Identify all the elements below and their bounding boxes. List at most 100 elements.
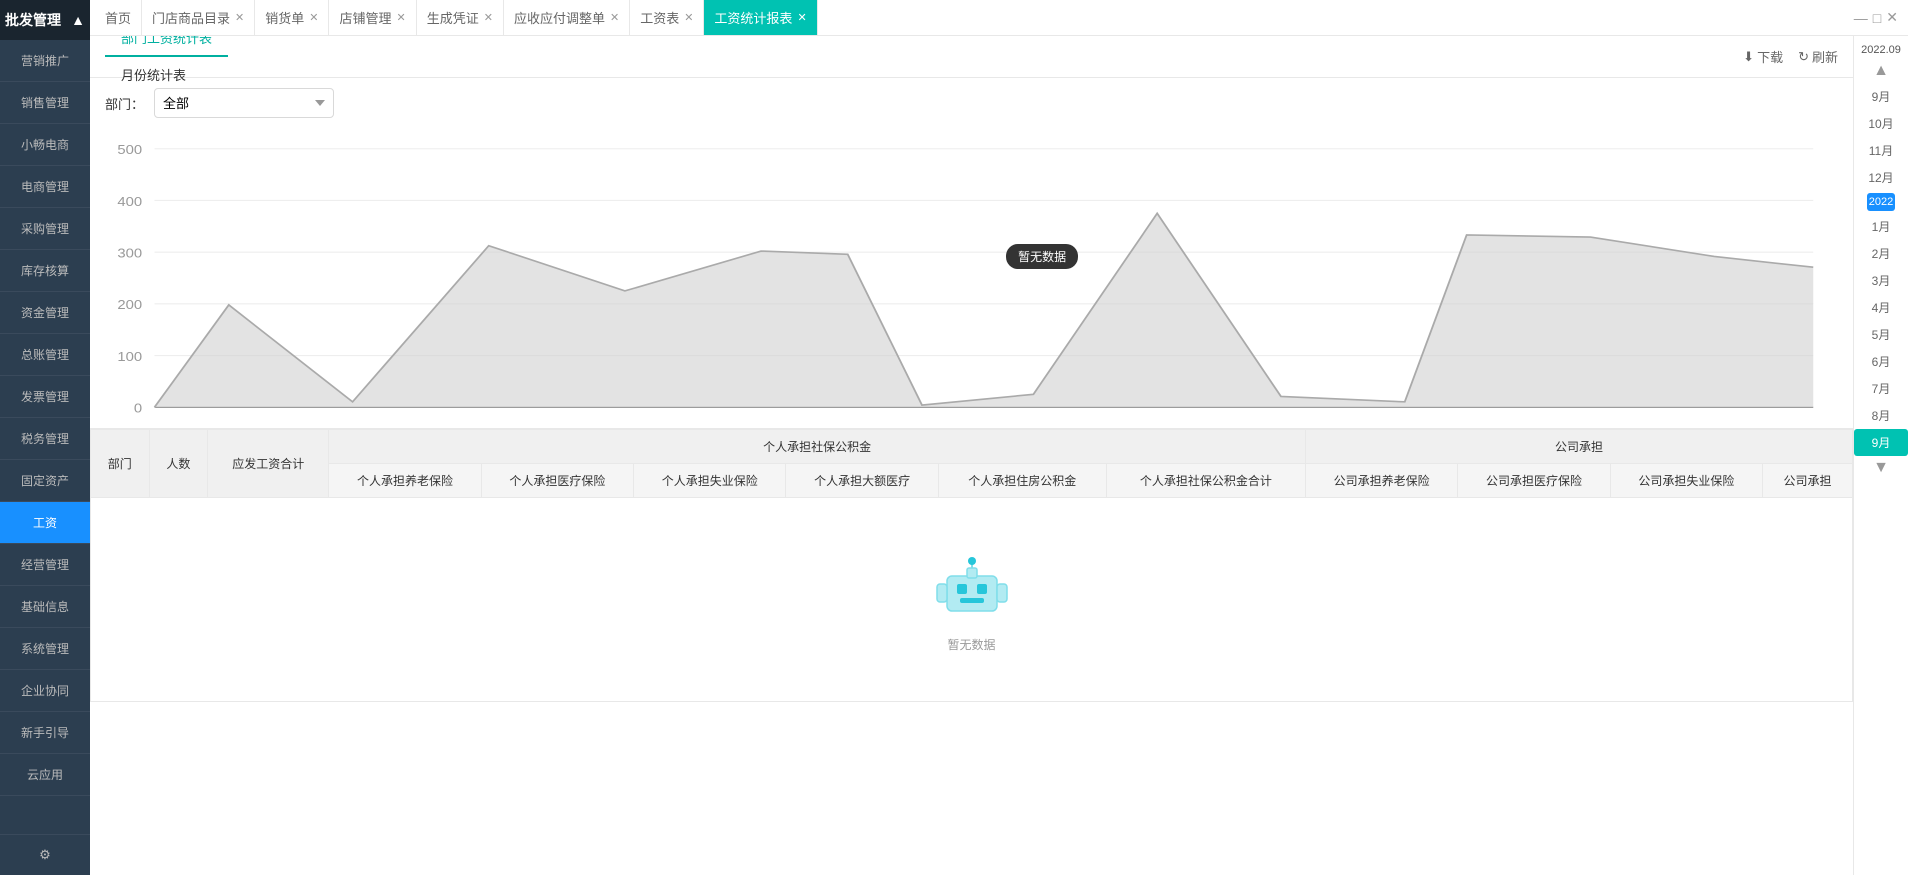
sidebar-item-jygl[interactable]: 经营管理	[0, 544, 90, 586]
col-count: 人数	[149, 430, 208, 498]
empty-icon	[932, 546, 1012, 626]
tabs-container: 首页门店商品目录✕销货单✕店铺管理✕生成凭证✕应收应付调整单✕工资表✕工资统计报…	[95, 0, 818, 36]
date-month-nov-2022[interactable]: 11月	[1854, 137, 1908, 164]
col-p-medical: 个人承担医疗保险	[481, 464, 633, 498]
date-month-sep-active[interactable]: 9月	[1854, 429, 1908, 456]
download-icon: ⬇	[1743, 49, 1754, 65]
tab-close-store-mgmt[interactable]: ✕	[397, 11, 406, 24]
page-area: 部门工资统计表月份统计表 ⬇ 下载 ↻ 刷新 部门： 全部	[90, 36, 1908, 875]
tab-payroll-report[interactable]: 工资统计报表✕	[704, 0, 817, 36]
svg-text:300: 300	[117, 245, 142, 260]
sidebar-item-gz[interactable]: 工资	[0, 502, 90, 544]
sidebar-item-kchs[interactable]: 库存核算	[0, 250, 90, 292]
tab-label-sales-order: 销货单	[265, 8, 304, 27]
svg-text:0: 0	[134, 401, 143, 416]
sidebar: 批发管理 ▲ 营销推广销售管理小畅电商电商管理采购管理库存核算资金管理总账管理发…	[0, 0, 90, 875]
download-button[interactable]: ⬇ 下载	[1743, 47, 1783, 66]
svg-text:100: 100	[117, 349, 142, 364]
tab-payroll[interactable]: 工资表 ✕	[630, 0, 704, 36]
tab-ar-adjust[interactable]: 应收应付调整单 ✕	[504, 0, 630, 36]
table-header-group: 部门 人数 应发工资合计 个人承担社保公积金 公司承担	[91, 430, 1853, 464]
col-c-medical: 公司承担医疗保险	[1458, 464, 1610, 498]
filter-row: 部门： 全部	[90, 78, 1853, 128]
sidebar-items: 营销推广销售管理小畅电商电商管理采购管理库存核算资金管理总账管理发票管理税务管理…	[0, 40, 90, 796]
gear-icon: ⚙	[39, 847, 51, 862]
date-panel: 2022.09 ▲ 9月 10月 11月 12月 2022 1月 2月 3月 4…	[1853, 36, 1908, 875]
empty-row: 暂无数据	[91, 498, 1853, 702]
date-month-feb[interactable]: 2月	[1854, 240, 1908, 267]
minimize-button[interactable]: —	[1854, 10, 1868, 26]
col-p-pension: 个人承担养老保险	[329, 464, 481, 498]
chart-area: 500 400 300 200 100 0	[90, 128, 1853, 428]
tab-label-produce-voucher: 生成凭证	[427, 8, 479, 27]
col-p-total: 个人承担社保公积金合计	[1106, 464, 1305, 498]
sidebar-header[interactable]: 批发管理 ▲	[0, 0, 90, 40]
tab-sales-order[interactable]: 销货单 ✕	[255, 0, 329, 36]
date-month-jul[interactable]: 7月	[1854, 375, 1908, 402]
sidebar-item-swgl[interactable]: 税务管理	[0, 418, 90, 460]
sidebar-item-zzgl[interactable]: 总账管理	[0, 334, 90, 376]
tab-store-catalog[interactable]: 门店商品目录 ✕	[142, 0, 255, 36]
sidebar-item-cggl[interactable]: 采购管理	[0, 208, 90, 250]
sidebar-toggle-icon[interactable]: ▲	[71, 12, 85, 28]
tab-close-payroll[interactable]: ✕	[684, 11, 693, 24]
tab-close-store-catalog[interactable]: ✕	[235, 11, 244, 24]
sidebar-item-qyxt[interactable]: 企业协同	[0, 670, 90, 712]
tab-label-payroll: 工资表	[640, 8, 679, 27]
sidebar-item-dsgl[interactable]: 电商管理	[0, 166, 90, 208]
date-up-button[interactable]: ▲	[1869, 59, 1893, 83]
date-month-jun[interactable]: 6月	[1854, 348, 1908, 375]
sidebar-item-yyy[interactable]: 云应用	[0, 754, 90, 796]
year-label-2022[interactable]: 2022	[1867, 193, 1895, 211]
tab-label-store-catalog: 门店商品目录	[152, 8, 230, 27]
empty-text: 暂无数据	[947, 636, 995, 653]
sidebar-item-xsyd[interactable]: 新手引导	[0, 712, 90, 754]
date-month-jan[interactable]: 1月	[1854, 213, 1908, 240]
table-area[interactable]: 部门 人数 应发工资合计 个人承担社保公积金 公司承担 个人承担养老保险 个人承…	[90, 428, 1853, 875]
svg-text:200: 200	[117, 297, 142, 312]
sidebar-item-gdzy[interactable]: 固定资产	[0, 460, 90, 502]
sidebar-item-xpds[interactable]: 小畅电商	[0, 124, 90, 166]
col-dept: 部门	[91, 430, 150, 498]
sidebar-item-zjgl[interactable]: 资金管理	[0, 292, 90, 334]
col-company-group: 公司承担	[1305, 430, 1852, 464]
tab-label-ar-adjust: 应收应付调整单	[514, 8, 605, 27]
date-month-may[interactable]: 5月	[1854, 321, 1908, 348]
sub-tabs: 部门工资统计表月份统计表 ⬇ 下载 ↻ 刷新	[90, 36, 1853, 78]
col-salary: 应发工资合计	[208, 430, 329, 498]
sidebar-item-xtgl[interactable]: 系统管理	[0, 628, 90, 670]
download-label: 下载	[1757, 47, 1783, 66]
tab-close-payroll-report[interactable]: ✕	[797, 11, 806, 24]
maximize-button[interactable]: □	[1873, 10, 1881, 26]
date-month-mar[interactable]: 3月	[1854, 267, 1908, 294]
sub-tab-dept-stats[interactable]: 部门工资统计表	[105, 36, 228, 57]
dept-filter-select[interactable]: 全部	[154, 88, 334, 118]
tab-close-produce-voucher[interactable]: ✕	[484, 11, 493, 24]
sidebar-item-yxtp[interactable]: 营销推广	[0, 40, 90, 82]
date-down-button[interactable]: ▼	[1869, 456, 1893, 480]
col-c-other: 公司承担	[1763, 464, 1853, 498]
date-month-dec-2022[interactable]: 12月	[1854, 164, 1908, 191]
tab-bar: 首页门店商品目录✕销货单✕店铺管理✕生成凭证✕应收应付调整单✕工资表✕工资统计报…	[90, 0, 1908, 36]
date-month-oct-2022[interactable]: 10月	[1854, 110, 1908, 137]
date-month-sep-2022[interactable]: 9月	[1854, 83, 1908, 110]
tab-home[interactable]: 首页	[95, 0, 142, 36]
tab-close-sales-order[interactable]: ✕	[309, 11, 318, 24]
refresh-label: 刷新	[1812, 47, 1838, 66]
settings-button[interactable]: ⚙	[0, 834, 90, 875]
sidebar-item-xsgl[interactable]: 销售管理	[0, 82, 90, 124]
tab-label-store-mgmt: 店铺管理	[339, 8, 391, 27]
sidebar-item-jcxx[interactable]: 基础信息	[0, 586, 90, 628]
tab-close-ar-adjust[interactable]: ✕	[610, 11, 619, 24]
date-month-aug[interactable]: 8月	[1854, 402, 1908, 429]
chart-container: 500 400 300 200 100 0	[105, 138, 1838, 418]
date-month-apr[interactable]: 4月	[1854, 294, 1908, 321]
sidebar-item-fpgl[interactable]: 发票管理	[0, 376, 90, 418]
tab-produce-voucher[interactable]: 生成凭证 ✕	[417, 0, 504, 36]
refresh-button[interactable]: ↻ 刷新	[1798, 47, 1838, 66]
sub-tabs-right: ⬇ 下载 ↻ 刷新	[1743, 47, 1838, 66]
close-window-button[interactable]: ✕	[1886, 9, 1898, 26]
main-content: 首页门店商品目录✕销货单✕店铺管理✕生成凭证✕应收应付调整单✕工资表✕工资统计报…	[90, 0, 1908, 875]
col-c-unemployment: 公司承担失业保险	[1610, 464, 1762, 498]
tab-store-mgmt[interactable]: 店铺管理 ✕	[329, 0, 416, 36]
